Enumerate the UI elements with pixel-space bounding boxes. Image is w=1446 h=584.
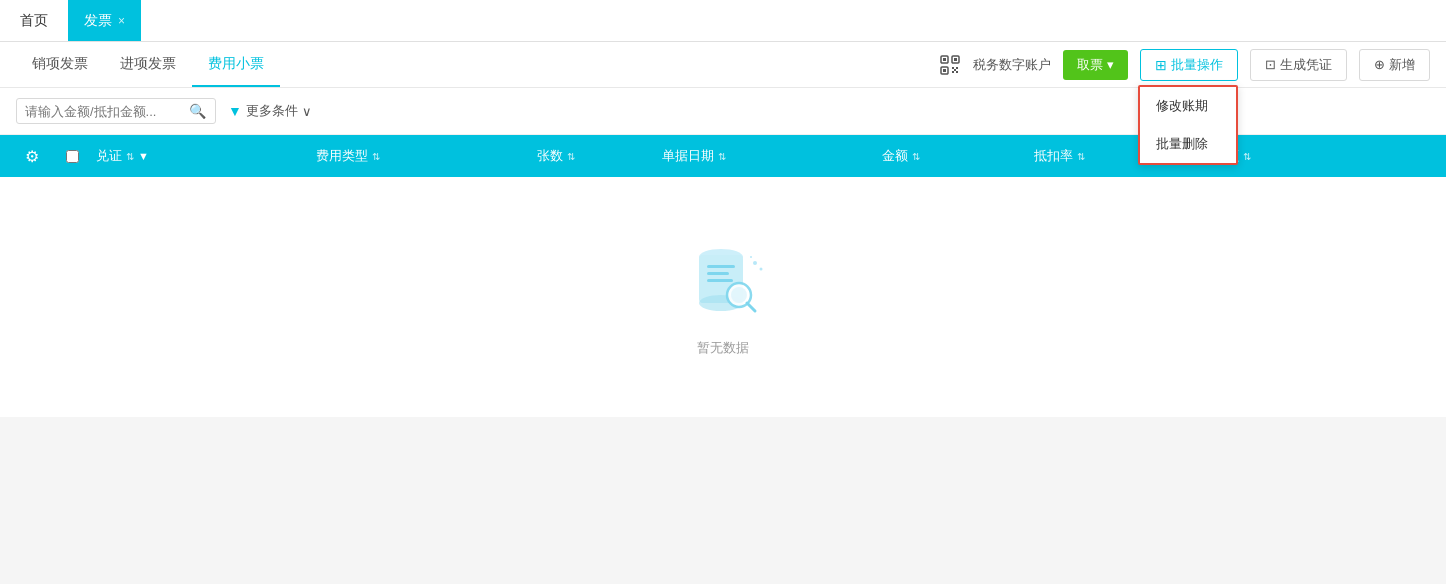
modify-period-item[interactable]: 修改账期: [1140, 87, 1236, 125]
gen-voucher-icon: ⊡: [1265, 57, 1276, 72]
empty-state: 暂无数据: [0, 177, 1446, 417]
sort-icon-3: ⇅: [567, 151, 575, 162]
main-content: ⚙ 兑证 ⇅ ▼ 费用类型 ⇅ 张数 ⇅ 单据日期 ⇅ 金额 ⇅ 抵扣率 ⇅: [0, 135, 1446, 417]
more-conditions-button[interactable]: ▼ 更多条件 ∨: [228, 102, 312, 120]
search-icon[interactable]: 🔍: [189, 103, 206, 119]
sub-nav-actions: 税务数字账户 取票 ▾ ⊞ 批量操作 修改账期 批量删除 ⊡ 生成凭证 ⊕ 新增: [939, 49, 1430, 81]
search-input-wrap[interactable]: 🔍: [16, 98, 216, 124]
header-checkbox[interactable]: [56, 150, 88, 163]
svg-rect-6: [952, 67, 954, 69]
tax-account-button[interactable]: 税务数字账户: [973, 56, 1051, 74]
col-amount[interactable]: 金额 ⇅: [874, 147, 1026, 165]
col-voucher[interactable]: 兑证 ⇅ ▼: [88, 147, 308, 165]
svg-rect-14: [707, 265, 735, 268]
sort-icon-7: ⇅: [1243, 151, 1251, 162]
sort-icon-4: ⇅: [718, 151, 726, 162]
svg-line-19: [747, 303, 755, 311]
sort-icon-6: ⇅: [1077, 151, 1085, 162]
col-expense-type[interactable]: 费用类型 ⇅: [308, 147, 528, 165]
svg-rect-10: [954, 69, 956, 71]
batch-ops-wrapper: ⊞ 批量操作 修改账期 批量删除: [1140, 49, 1238, 81]
filter-icon: ▼: [228, 103, 242, 119]
svg-rect-5: [943, 69, 946, 72]
invoice-tab-label: 发票: [84, 12, 112, 30]
select-all-checkbox[interactable]: [66, 150, 79, 163]
svg-rect-9: [956, 71, 958, 73]
take-ticket-button[interactable]: 取票 ▾: [1063, 50, 1128, 80]
home-tab[interactable]: 首页: [0, 0, 68, 41]
top-nav: 首页 发票 ×: [0, 0, 1446, 42]
settings-column-icon[interactable]: ⚙: [8, 147, 56, 166]
batch-ops-button[interactable]: ⊞ 批量操作: [1140, 49, 1238, 81]
sort-icon-2: ⇅: [372, 151, 380, 162]
tab-expense-ticket[interactable]: 费用小票: [192, 42, 280, 87]
conditions-arrow-icon: ∨: [302, 104, 312, 119]
invoice-tab[interactable]: 发票 ×: [68, 0, 141, 41]
svg-rect-15: [707, 272, 729, 275]
qr-code-icon[interactable]: [939, 54, 961, 76]
batch-ops-dropdown: 修改账期 批量删除: [1138, 85, 1238, 165]
svg-point-20: [753, 261, 757, 265]
svg-rect-3: [954, 58, 957, 61]
search-input[interactable]: [25, 104, 185, 119]
empty-illustration: [673, 237, 773, 327]
take-ticket-arrow-icon: ▾: [1107, 57, 1114, 72]
sort-icon-5: ⇅: [912, 151, 920, 162]
svg-rect-16: [707, 279, 733, 282]
close-icon[interactable]: ×: [118, 14, 125, 28]
empty-state-label: 暂无数据: [697, 339, 749, 357]
sort-icon: ⇅: [126, 151, 134, 162]
svg-point-21: [760, 268, 763, 271]
new-button[interactable]: ⊕ 新增: [1359, 49, 1430, 81]
svg-rect-1: [943, 58, 946, 61]
tab-purchase-invoice[interactable]: 进项发票: [104, 42, 192, 87]
batch-ops-icon: ⊞: [1155, 57, 1167, 73]
new-icon: ⊕: [1374, 57, 1385, 72]
filter-voucher-icon: ▼: [138, 150, 149, 162]
gen-voucher-button[interactable]: ⊡ 生成凭证: [1250, 49, 1347, 81]
col-count[interactable]: 张数 ⇅: [529, 147, 654, 165]
batch-delete-item[interactable]: 批量删除: [1140, 125, 1236, 163]
sub-nav: 销项发票 进项发票 费用小票 税务数字账户 取票 ▾: [0, 42, 1446, 88]
svg-point-18: [731, 287, 747, 303]
tab-sales-invoice[interactable]: 销项发票: [16, 42, 104, 87]
svg-point-22: [750, 256, 752, 258]
svg-rect-8: [952, 71, 954, 73]
col-date[interactable]: 单据日期 ⇅: [654, 147, 874, 165]
svg-rect-7: [956, 67, 958, 69]
